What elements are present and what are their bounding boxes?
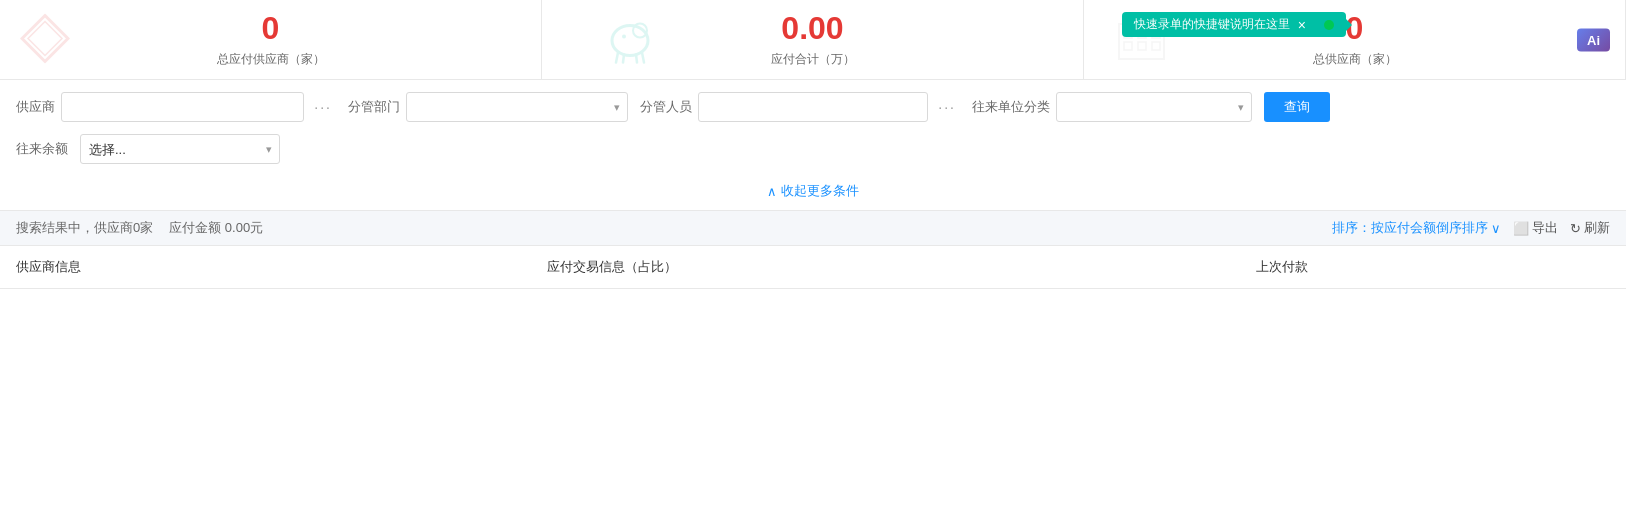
filter-supplier: 供应商 ··· xyxy=(16,92,336,122)
table-header: 供应商信息 应付交易信息（占比） 上次付款 xyxy=(0,246,1626,289)
col-header-supplier-info: 供应商信息 xyxy=(16,258,547,276)
svg-point-8 xyxy=(622,34,626,38)
balance-select[interactable]: 选择... xyxy=(80,134,280,164)
unit-category-select-wrapper: ▾ xyxy=(1056,92,1252,122)
tooltip-text: 快速录单的快捷键说明在这里 xyxy=(1134,16,1290,33)
stat-payable-total-label: 应付合计（万） xyxy=(771,51,855,68)
export-button[interactable]: ⬜ 导出 xyxy=(1513,219,1558,237)
unit-category-label: 往来单位分类 xyxy=(972,98,1050,116)
balance-label: 往来余额 xyxy=(16,140,68,158)
svg-line-4 xyxy=(616,52,618,62)
col-header-last-payment: 上次付款 xyxy=(1256,258,1610,276)
refresh-label: 刷新 xyxy=(1584,219,1610,237)
svg-point-2 xyxy=(612,25,648,55)
svg-line-7 xyxy=(642,52,644,62)
stat-total-suppliers-label: 总供应商（家） xyxy=(1313,51,1397,68)
svg-rect-13 xyxy=(1124,42,1132,50)
filter-unit-category: 往来单位分类 ▾ xyxy=(972,92,1252,122)
quick-entry-tooltip: 快速录单的快捷键说明在这里 × xyxy=(1122,12,1346,37)
table-body xyxy=(0,289,1626,515)
svg-line-6 xyxy=(636,54,637,62)
refresh-icon: ↻ xyxy=(1570,221,1581,236)
amount-label: 应付金额 0.00元 xyxy=(169,219,263,237)
suppliers-count: 搜索结果中，供应商0家 xyxy=(16,219,153,237)
person-dots-btn[interactable]: ··· xyxy=(934,99,960,115)
dept-select-wrapper: ▾ xyxy=(406,92,628,122)
tooltip-close-btn[interactable]: × xyxy=(1298,18,1306,32)
stat-payable-total-value: 0.00 xyxy=(781,11,843,46)
dept-select[interactable] xyxy=(406,92,628,122)
collapse-btn[interactable]: ∧ 收起更多条件 xyxy=(767,182,859,200)
filter-person: 分管人员 ··· xyxy=(640,92,960,122)
results-left: 搜索结果中，供应商0家 应付金额 0.00元 xyxy=(16,219,263,237)
balance-select-wrapper: 选择... ▾ xyxy=(80,134,280,164)
results-right: 排序：按应付会额倒序排序 ∨ ⬜ 导出 ↻ 刷新 xyxy=(1332,219,1610,237)
results-bar: 搜索结果中，供应商0家 应付金额 0.00元 排序：按应付会额倒序排序 ∨ ⬜ … xyxy=(0,211,1626,246)
supplier-input[interactable] xyxy=(61,92,304,122)
supplier-label: 供应商 xyxy=(16,98,55,116)
collapse-bar: ∧ 收起更多条件 xyxy=(16,176,1610,210)
person-label: 分管人员 xyxy=(640,98,692,116)
export-label: 导出 xyxy=(1532,219,1558,237)
collapse-label: 收起更多条件 xyxy=(781,182,859,200)
filter-row-1: 供应商 ··· 分管部门 ▾ 分管人员 ··· 往来单位分类 xyxy=(16,92,1610,122)
sort-button[interactable]: 排序：按应付会额倒序排序 ∨ xyxy=(1332,219,1501,237)
refresh-button[interactable]: ↻ 刷新 xyxy=(1570,219,1610,237)
supplier-dots-btn[interactable]: ··· xyxy=(310,99,336,115)
person-input[interactable] xyxy=(698,92,928,122)
filter-row-2: 往来余额 选择... ▾ xyxy=(16,134,1610,164)
sort-label: 排序：按应付会额倒序排序 xyxy=(1332,219,1488,237)
ai-button[interactable]: Ai xyxy=(1577,28,1610,51)
collapse-arrow-icon: ∧ xyxy=(767,184,777,199)
sort-arrow-icon: ∨ xyxy=(1491,221,1501,236)
filter-dept: 分管部门 ▾ xyxy=(348,92,628,122)
dept-label: 分管部门 xyxy=(348,98,400,116)
svg-rect-14 xyxy=(1138,42,1146,50)
stat-payable-suppliers-value: 0 xyxy=(262,11,280,46)
col-header-transaction-info: 应付交易信息（占比） xyxy=(547,258,1255,276)
query-button[interactable]: 查询 xyxy=(1264,92,1330,122)
svg-line-5 xyxy=(623,54,624,62)
svg-rect-15 xyxy=(1152,42,1160,50)
stat-payable-total: 0.00 应付合计（万） xyxy=(542,0,1084,79)
filter-bar: 供应商 ··· 分管部门 ▾ 分管人员 ··· 往来单位分类 xyxy=(0,80,1626,211)
stat-total-payable-suppliers: 0 总应付供应商（家） xyxy=(0,0,542,79)
unit-category-select[interactable] xyxy=(1056,92,1252,122)
export-icon: ⬜ xyxy=(1513,221,1529,236)
tooltip-dot xyxy=(1324,20,1334,30)
stat-payable-suppliers-label: 总应付供应商（家） xyxy=(217,51,325,68)
